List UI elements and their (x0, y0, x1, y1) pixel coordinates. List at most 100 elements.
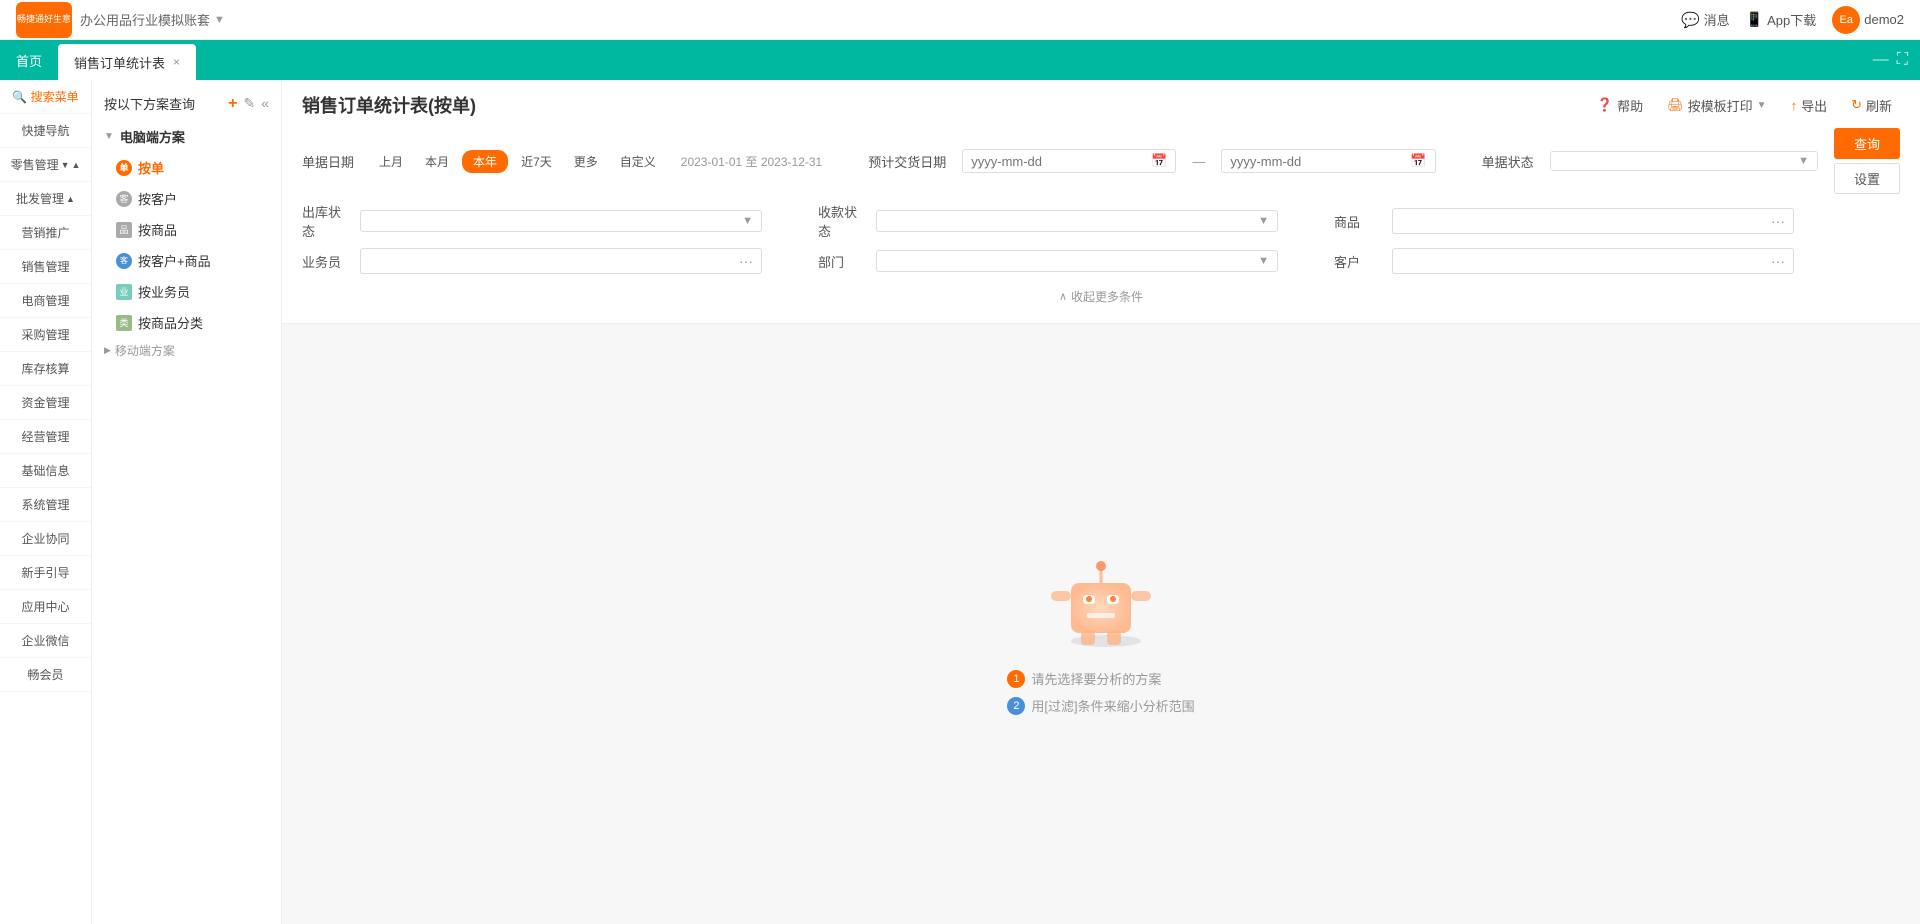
tab-sales-order[interactable]: 销售订单统计表 × (58, 44, 196, 80)
help-button[interactable]: ❓ 帮助 (1589, 93, 1651, 118)
tree-item-by-customer-goods[interactable]: 客 按客户+商品 (92, 245, 281, 276)
print-button[interactable]: 🖨 按模板打印 ▼ (1659, 93, 1774, 118)
tree-item-by-salesperson[interactable]: 业 按业务员 (92, 276, 281, 307)
calendar-end-icon: 📅 (1410, 153, 1426, 169)
sidebar-system-label: 系统管理 (21, 496, 69, 513)
sidebar-item-wholesale[interactable]: 批发管理 ▲ (0, 182, 91, 216)
tree-item-by-order[interactable]: 单 按单 (92, 152, 281, 183)
sidebar-quick-nav[interactable]: 快捷导航 (0, 114, 91, 148)
customer-input[interactable]: ··· (1392, 248, 1794, 274)
sidebar-retail-arrow: ▼ (61, 160, 70, 170)
sidebar-item-ecommerce[interactable]: 电商管理 (0, 284, 91, 318)
tree-label-by-order: 按单 (138, 158, 164, 177)
sidebar-item-management[interactable]: 经营管理 (0, 420, 91, 454)
tab-home[interactable]: 首页 (0, 40, 58, 80)
add-scheme-button[interactable]: + (228, 95, 237, 113)
custom-date-button[interactable]: 自定义 (611, 149, 665, 174)
empty-illustration (1041, 533, 1161, 653)
sidebar-marketing-label: 营销推广 (21, 224, 69, 241)
tree-item-by-customer[interactable]: 客 按客户 (92, 183, 281, 214)
sidebar-item-appcenter[interactable]: 应用中心 (0, 590, 91, 624)
out-status-select[interactable]: ▼ (360, 210, 762, 232)
tree-item-by-category[interactable]: 类 按商品分类 (92, 307, 281, 338)
expected-date-start[interactable]: 📅 (962, 149, 1176, 173)
sidebar-item-inventory[interactable]: 库存核算 (0, 352, 91, 386)
sidebar-item-sales[interactable]: 销售管理 (0, 250, 91, 284)
expected-date-end[interactable]: 📅 (1221, 149, 1435, 173)
goods-label: 商品 (1334, 212, 1384, 231)
tree-parent-pc[interactable]: ▼ 电脑端方案 (92, 121, 281, 152)
expected-date-start-input[interactable] (971, 154, 1147, 169)
dept-select[interactable]: ▼ (876, 250, 1278, 272)
sidebar-item-wechat[interactable]: 企业微信 (0, 624, 91, 658)
edit-scheme-button[interactable]: ✎ (243, 95, 255, 113)
export-icon: ↑ (1791, 98, 1798, 113)
salesperson-dots: ··· (739, 253, 753, 269)
out-status-arrow: ▼ (742, 215, 753, 227)
customer-field: 客户 ··· (1334, 248, 1794, 274)
more-date-button[interactable]: 更多 (565, 149, 607, 174)
sidebar-item-enterprise[interactable]: 企业协同 (0, 522, 91, 556)
sidebar-search[interactable]: 🔍 搜索菜单 (0, 80, 91, 114)
sidebar-item-member[interactable]: 畅会员 (0, 658, 91, 692)
refresh-button[interactable]: ↻ 刷新 (1843, 93, 1900, 118)
date-filter: 上月 本月 本年 近7天 更多 自定义 (370, 149, 665, 174)
dept-label: 部门 (818, 252, 868, 271)
last-7-days-button[interactable]: 近7天 (512, 149, 561, 174)
tree-parent-mobile[interactable]: ▶ 移动端方案 (92, 338, 281, 363)
sidebar-item-purchase[interactable]: 采购管理 (0, 318, 91, 352)
left-panel: 按以下方案查询 + ✎ « ▼ 电脑端方案 单 按单 客 按客户 (92, 80, 282, 924)
sidebar-item-marketing[interactable]: 营销推广 (0, 216, 91, 250)
tip-num-1: 1 (1007, 670, 1025, 688)
app-download-button[interactable]: 📱 App下载 (1746, 10, 1817, 29)
tab-minimize-button[interactable]: — (1873, 51, 1889, 69)
refresh-icon: ↻ (1851, 97, 1862, 113)
sidebar-wholesale-label: 批发管理 ▲ (16, 190, 75, 207)
tab-close-icon[interactable]: × (173, 55, 180, 69)
tree-icon-salesperson: 业 (116, 284, 132, 300)
message-button[interactable]: 💬 消息 (1681, 10, 1730, 29)
salesperson-input[interactable]: ··· (360, 248, 762, 274)
sidebar-item-basic[interactable]: 基础信息 (0, 454, 91, 488)
refresh-label: 刷新 (1866, 96, 1892, 115)
tab-bar: 首页 销售订单统计表 × — ⛶ (0, 40, 1920, 80)
avatar: Ea (1832, 6, 1860, 34)
sidebar-search-label: 搜索菜单 (31, 90, 79, 104)
print-label: 按模板打印 (1688, 96, 1753, 115)
date-separator: — (1192, 154, 1205, 169)
last-month-button[interactable]: 上月 (370, 149, 412, 174)
expected-date-end-input[interactable] (1230, 154, 1406, 169)
sidebar: 🔍 搜索菜单 快捷导航 零售管理 ▼ 批发管理 ▲ 营销推广 销售管理 (0, 80, 92, 924)
tip-text-2: 用[过滤]条件来缩小分析范围 (1031, 696, 1194, 715)
sidebar-item-newbie[interactable]: 新手引导 (0, 556, 91, 590)
filter-row-3: 业务员 ··· 部门 ▼ 客户 (302, 248, 1900, 274)
filter-toolbar: ❓ 帮助 🖨 按模板打印 ▼ ↑ 导出 ↻ (1589, 93, 1900, 118)
sidebar-member-label: 畅会员 (27, 666, 63, 683)
this-year-button[interactable]: 本年 (462, 150, 508, 173)
tree-label-by-customer-goods: 按客户+商品 (138, 251, 211, 270)
collapse-bar[interactable]: ∧ 收起更多条件 (302, 282, 1900, 311)
breadcrumb-dropdown-icon[interactable]: ▼ (214, 14, 225, 26)
sidebar-item-system[interactable]: 系统管理 (0, 488, 91, 522)
goods-input[interactable]: ··· (1392, 208, 1794, 234)
sidebar-item-retail[interactable]: 零售管理 ▼ (0, 148, 91, 182)
sidebar-enterprise-label: 企业协同 (21, 530, 69, 547)
search-icon: 🔍 (12, 90, 27, 104)
query-button[interactable]: 查询 (1834, 128, 1900, 159)
collapse-panel-button[interactable]: « (261, 95, 269, 113)
sidebar-item-finance[interactable]: 资金管理 (0, 386, 91, 420)
this-month-button[interactable]: 本月 (416, 149, 458, 174)
dept-field: 部门 ▼ (818, 250, 1278, 272)
settings-button[interactable]: 设置 (1834, 163, 1900, 194)
tree-item-by-goods[interactable]: 品 按商品 (92, 214, 281, 245)
tab-maximize-button[interactable]: ⛶ (1897, 51, 1908, 69)
print-arrow-icon: ▼ (1757, 100, 1767, 111)
payment-status-select[interactable]: ▼ (876, 210, 1278, 232)
user-area[interactable]: Ea demo2 (1832, 6, 1904, 34)
status-select-arrow: ▼ (1798, 155, 1809, 167)
sidebar-inventory-label: 库存核算 (21, 360, 69, 377)
tree-icon-order: 单 (116, 160, 132, 176)
export-button[interactable]: ↑ 导出 (1783, 93, 1836, 118)
status-select[interactable]: ▼ (1550, 151, 1818, 171)
calendar-start-icon: 📅 (1151, 153, 1167, 169)
